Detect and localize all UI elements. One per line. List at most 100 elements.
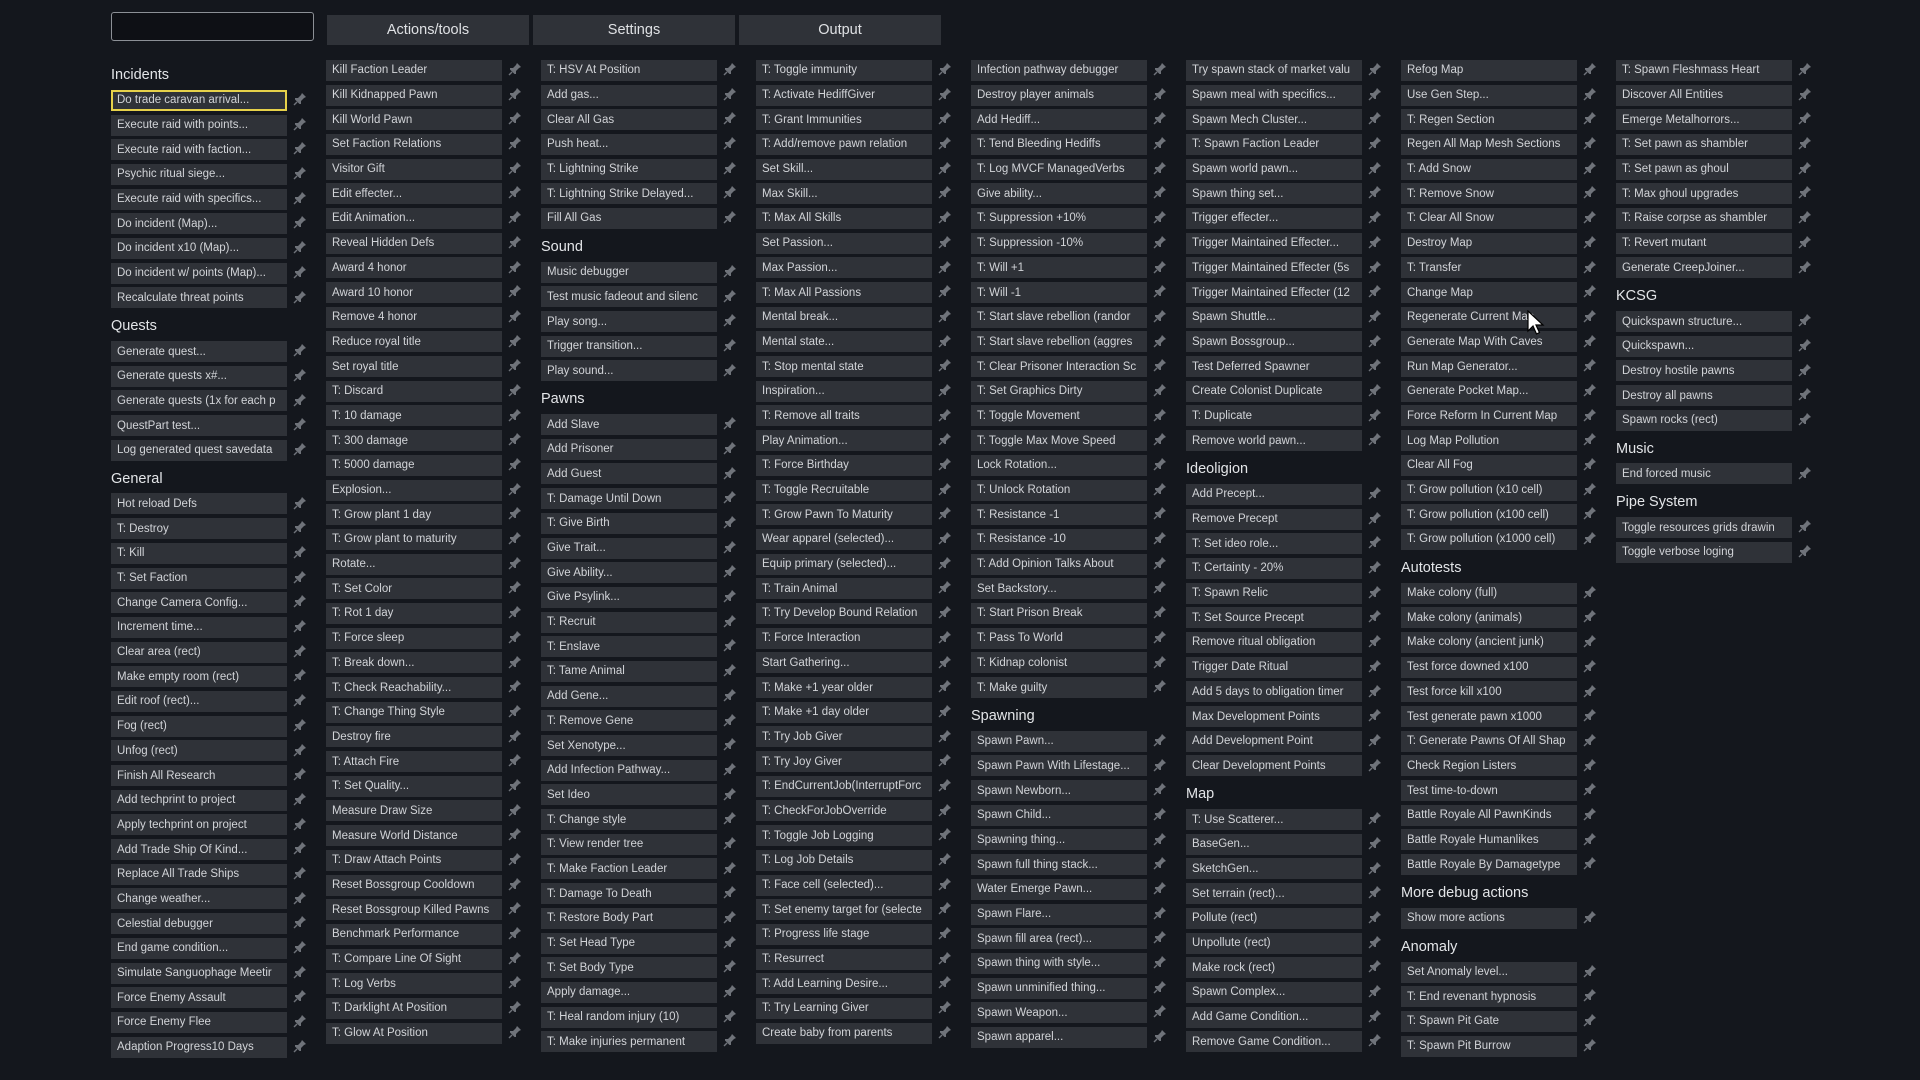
debug-action-button[interactable]: T: CheckForJobOverride [756,800,932,822]
pin-icon[interactable] [938,1000,954,1016]
pin-icon[interactable] [723,811,739,827]
debug-action-button[interactable]: T: Heal random injury (10) [541,1006,717,1028]
pin-icon[interactable] [1798,412,1814,428]
pin-icon[interactable] [938,383,954,399]
debug-action-button[interactable]: Finish All Research [111,765,287,787]
pin-icon[interactable] [723,910,739,926]
pin-icon[interactable] [1583,531,1599,547]
debug-action-button[interactable]: T: Grow pollution (x100 cell) [1401,504,1577,526]
pin-icon[interactable] [293,594,309,610]
pin-icon[interactable] [938,605,954,621]
pin-icon[interactable] [723,441,739,457]
debug-action-button[interactable]: T: Make Faction Leader [541,858,717,880]
pin-icon[interactable] [938,432,954,448]
debug-action-button[interactable]: T: Make +1 year older [756,677,932,699]
pin-icon[interactable] [1153,408,1169,424]
debug-action-button[interactable]: T: Clear Prisoner Interaction Sc [971,356,1147,378]
pin-icon[interactable] [508,877,524,893]
debug-action-button[interactable]: T: Activate HediffGiver [756,84,932,106]
debug-action-button[interactable]: T: Remove Gene [541,710,717,732]
debug-action-button[interactable]: Remove world pawn... [1186,430,1362,452]
pin-icon[interactable] [1368,1033,1384,1049]
pin-icon[interactable] [1583,807,1599,823]
debug-action-button[interactable]: Add 5 days to obligation timer [1186,681,1362,703]
debug-action-button[interactable]: Test generate pawn x1000 [1401,706,1577,728]
debug-action-button[interactable]: T: Tame Animal [541,660,717,682]
debug-action-button[interactable]: Spawn fill area (rect)... [971,928,1147,950]
debug-action-button[interactable]: Spawn apparel... [971,1026,1147,1048]
pin-icon[interactable] [723,663,739,679]
pin-icon[interactable] [508,753,524,769]
debug-action-button[interactable]: Change weather... [111,888,287,910]
debug-action-button[interactable]: Destroy hostile pawns [1616,360,1792,382]
debug-action-button[interactable]: Psychic ritual siege... [111,163,287,185]
debug-action-button[interactable]: Change Map [1401,282,1577,304]
debug-action-button[interactable]: Do incident x10 (Map)... [111,237,287,259]
debug-action-button[interactable]: BaseGen... [1186,833,1362,855]
pin-icon[interactable] [1583,185,1599,201]
debug-action-button[interactable]: T: Attach Fire [326,751,502,773]
debug-action-button[interactable]: Kill Faction Leader [326,59,502,81]
debug-action-button[interactable]: T: Transfer [1401,257,1577,279]
pin-icon[interactable] [1153,383,1169,399]
pin-icon[interactable] [293,520,309,536]
debug-action-button[interactable]: Spawn world pawn... [1186,158,1362,180]
pin-icon[interactable] [293,1039,309,1055]
debug-action-button[interactable]: T: EndCurrentJob(InterruptForc [756,775,932,797]
pin-icon[interactable] [1798,161,1814,177]
debug-action-button[interactable]: Force Reform In Current Map [1401,405,1577,427]
debug-action-button[interactable]: T: Lightning Strike [541,158,717,180]
debug-action-button[interactable]: Add Game Condition... [1186,1006,1362,1028]
debug-action-button[interactable]: T: Set enemy target for (selecte [756,899,932,921]
pin-icon[interactable] [723,363,739,379]
debug-action-button[interactable]: T: Set Graphics Dirty [971,380,1147,402]
debug-action-button[interactable]: Discover All Entities [1616,84,1792,106]
debug-action-button[interactable]: Quickspawn... [1616,335,1792,357]
debug-action-button[interactable]: Add gas... [541,84,717,106]
debug-action-button[interactable]: Equip primary (selected)... [756,553,932,575]
debug-action-button[interactable]: Test time-to-down [1401,780,1577,802]
debug-action-button[interactable]: Do trade caravan arrival... [111,89,287,111]
pin-icon[interactable] [938,901,954,917]
pin-icon[interactable] [723,490,739,506]
debug-action-button[interactable]: T: Make guilty [971,677,1147,699]
debug-action-button[interactable]: Explosion... [326,479,502,501]
debug-action-button[interactable]: Spawn Pawn With Lifestage... [971,755,1147,777]
debug-action-button[interactable]: T: Break down... [326,652,502,674]
pin-icon[interactable] [1153,580,1169,596]
pin-icon[interactable] [1153,260,1169,276]
debug-action-button[interactable]: Spawn unminified thing... [971,977,1147,999]
pin-icon[interactable] [723,713,739,729]
debug-action-button[interactable]: Set Passion... [756,232,932,254]
pin-icon[interactable] [723,638,739,654]
pin-icon[interactable] [1368,959,1384,975]
pin-icon[interactable] [508,926,524,942]
pin-icon[interactable] [938,926,954,942]
pin-icon[interactable] [1798,544,1814,560]
pin-icon[interactable] [938,457,954,473]
pin-icon[interactable] [938,506,954,522]
debug-action-button[interactable]: T: Grow plant 1 day [326,504,502,526]
pin-icon[interactable] [1153,210,1169,226]
pin-icon[interactable] [293,570,309,586]
pin-icon[interactable] [293,92,309,108]
pin-icon[interactable] [508,62,524,78]
pin-icon[interactable] [938,630,954,646]
pin-icon[interactable] [723,466,739,482]
debug-action-button[interactable]: Try spawn stack of market valu [1186,59,1362,81]
pin-icon[interactable] [1153,62,1169,78]
pin-icon[interactable] [723,762,739,778]
pin-icon[interactable] [1583,782,1599,798]
debug-action-button[interactable]: T: Max ghoul upgrades [1616,183,1792,205]
pin-icon[interactable] [938,729,954,745]
debug-action-button[interactable]: Push heat... [541,133,717,155]
pin-icon[interactable] [723,210,739,226]
debug-action-button[interactable]: T: Remove all traits [756,405,932,427]
debug-action-button[interactable]: T: 10 damage [326,405,502,427]
debug-action-button[interactable]: Add Precept... [1186,483,1362,505]
debug-action-button[interactable]: SketchGen... [1186,858,1362,880]
debug-action-button[interactable]: T: Grow Pawn To Maturity [756,504,932,526]
pin-icon[interactable] [938,852,954,868]
debug-action-button[interactable]: Add Slave [541,414,717,436]
pin-icon[interactable] [508,136,524,152]
